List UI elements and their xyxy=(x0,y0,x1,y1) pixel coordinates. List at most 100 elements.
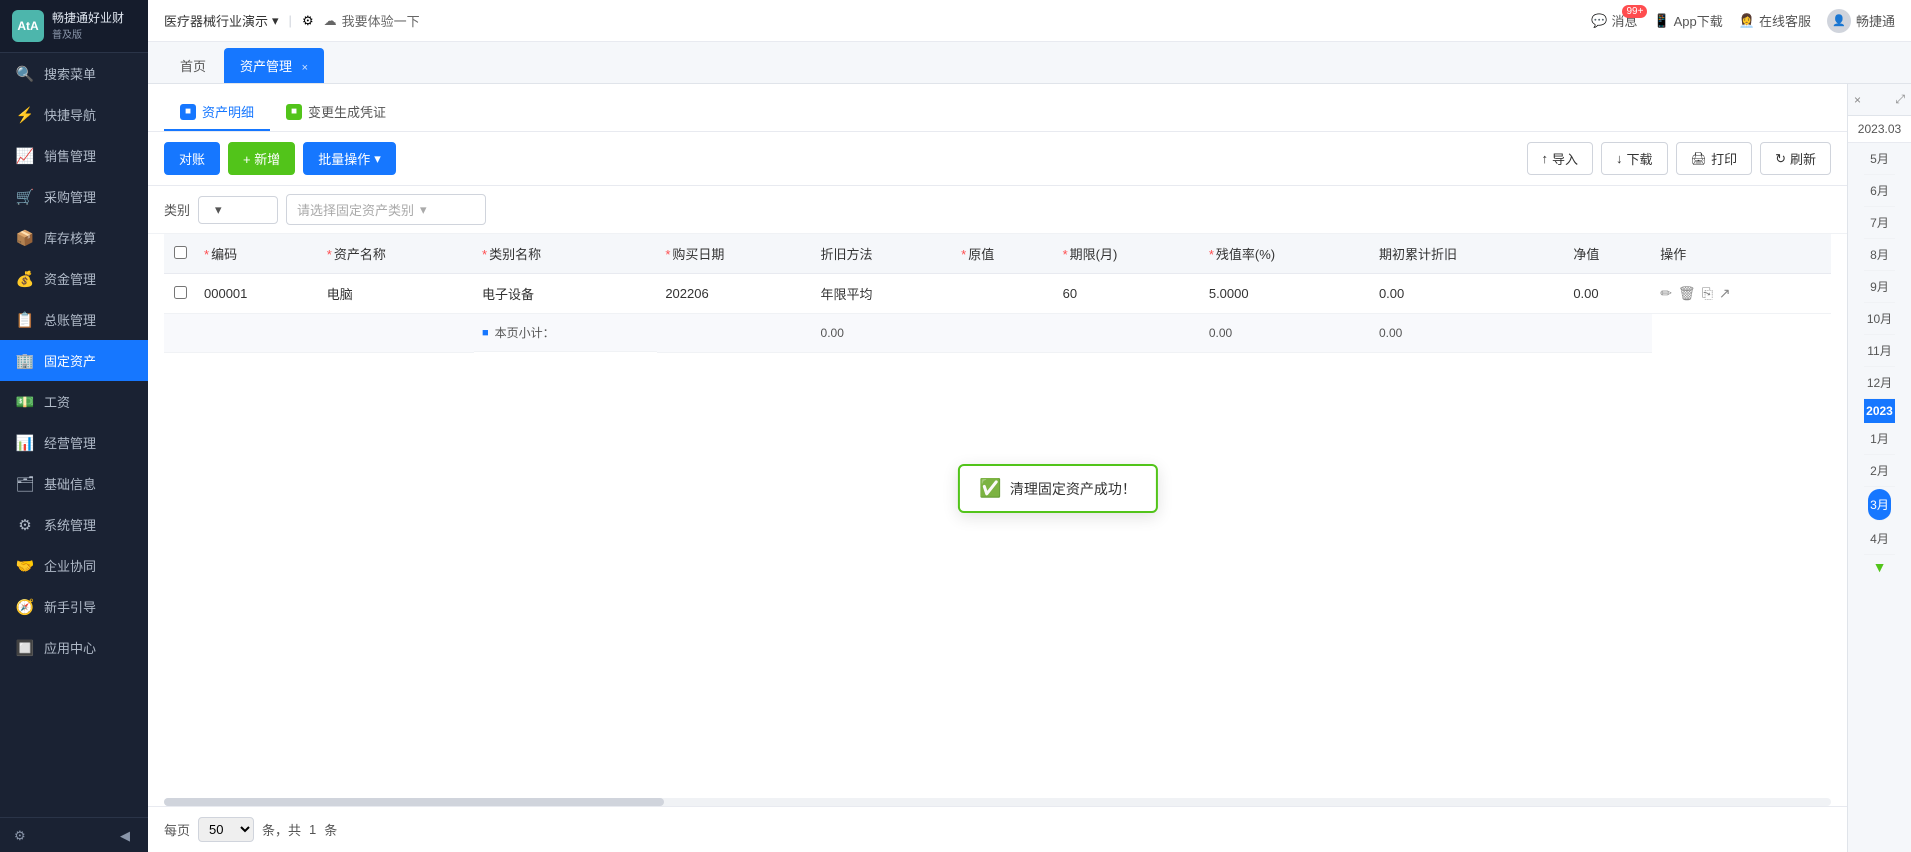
sidebar-icon-system: ⚙ xyxy=(16,516,34,534)
select-all-checkbox[interactable] xyxy=(174,246,187,259)
sidebar-item-system[interactable]: ⚙ 系统管理 xyxy=(0,504,148,545)
settings-icon[interactable]: ⚙ xyxy=(14,828,28,842)
messages-button[interactable]: 💬 消息 99+ xyxy=(1591,11,1637,30)
month-item-11[interactable]: 3月 xyxy=(1868,489,1891,521)
category-type-chevron: ▾ xyxy=(215,202,222,218)
sidebar-item-inventory[interactable]: 📦 库存核算 xyxy=(0,217,148,258)
month-item-10[interactable]: 2月 xyxy=(1864,455,1895,487)
batch-chevron: ▾ xyxy=(374,151,381,167)
sidebar-item-ops[interactable]: 📊 经营管理 xyxy=(0,422,148,463)
reconcile-button[interactable]: 对账 xyxy=(164,142,220,175)
sidebar-item-payroll[interactable]: 💵 工资 xyxy=(0,381,148,422)
sidebar-item-search[interactable]: 🔍 搜索菜单 xyxy=(0,53,148,94)
scrollbar-thumb[interactable] xyxy=(164,798,664,806)
app-version: 普及版 xyxy=(52,26,124,41)
sidebar-icon-sales: 📈 xyxy=(16,147,34,165)
right-panel-header: × ⤢ xyxy=(1848,84,1911,116)
change-voucher-icon: ■ xyxy=(286,104,302,120)
app-download-label: App下载 xyxy=(1674,11,1723,30)
table-row: 000001 电脑 电子设备 202206 年限平均 60 5.0000 0.0… xyxy=(164,274,1831,314)
month-item-0[interactable]: 5月 xyxy=(1864,143,1895,175)
sidebar-icon-purchase: 🛒 xyxy=(16,188,34,206)
batch-button[interactable]: 批量操作 ▾ xyxy=(303,142,396,175)
category-select[interactable]: 请选择固定资产类别 ▾ xyxy=(286,194,486,225)
company-selector[interactable]: 医疗器械行业演示 ▾ xyxy=(164,11,279,30)
col-category: *类别名称 xyxy=(474,234,657,274)
company-name: 医疗器械行业演示 xyxy=(164,11,268,30)
sidebar-icon-ops: 📊 xyxy=(16,434,34,452)
delete-icon-0[interactable]: 🗑 xyxy=(1678,285,1696,302)
month-item-2[interactable]: 7月 xyxy=(1864,207,1895,239)
sidebar-item-quick-nav[interactable]: ⚡ 快捷导航 xyxy=(0,94,148,135)
messages-badge: 99+ xyxy=(1622,5,1647,18)
copy-icon-0[interactable]: ⎘ xyxy=(1702,285,1713,302)
subtotal-label: 本页小计： xyxy=(495,324,555,341)
company-chevron: ▾ xyxy=(272,13,279,29)
user-menu[interactable]: 👤 畅捷通 xyxy=(1827,9,1895,33)
new-label: + 新增 xyxy=(243,149,280,168)
horizontal-scrollbar[interactable] xyxy=(164,798,1831,806)
sidebar-icon-base-info: 🗂 xyxy=(16,475,34,493)
cell-name-0: 电脑 xyxy=(319,274,474,314)
month-item-7[interactable]: 12月 xyxy=(1864,367,1895,399)
settings-gear-icon[interactable]: ⚙ xyxy=(302,13,314,29)
row-checkbox-0[interactable] xyxy=(174,286,187,299)
month-item-4[interactable]: 9月 xyxy=(1864,271,1895,303)
category-placeholder: 请选择固定资产类别 xyxy=(297,200,414,219)
sidebar-label-search: 搜索菜单 xyxy=(44,64,96,83)
col-period: *期限(月) xyxy=(1055,234,1201,274)
scroll-down-icon[interactable]: ▼ xyxy=(1869,555,1891,579)
print-button[interactable]: 🖨 打印 xyxy=(1676,142,1753,175)
change-voucher-label: 变更生成凭证 xyxy=(308,102,386,121)
expand-panel-icon[interactable]: ⤢ xyxy=(1895,92,1905,107)
per-page-label: 每页 xyxy=(164,820,190,839)
cell-period-0: 60 xyxy=(1055,274,1201,314)
tab-asset-management[interactable]: 资产管理 × xyxy=(224,48,324,83)
sidebar-label-ledger: 总账管理 xyxy=(44,310,96,329)
sidebar-item-finance[interactable]: 💰 资金管理 xyxy=(0,258,148,299)
new-button[interactable]: + 新增 xyxy=(228,142,295,175)
online-service-button[interactable]: 👩‍💼 在线客服 xyxy=(1739,11,1811,30)
close-panel-icon[interactable]: × xyxy=(1854,93,1861,107)
cell-purchase-date-0: 202206 xyxy=(657,274,812,314)
sidebar-item-fixed-assets[interactable]: 🏢 固定资产 xyxy=(0,340,148,381)
sidebar-bottom: ⚙ ◀ xyxy=(0,817,148,852)
sidebar-scroll: 🔍 搜索菜单⚡ 快捷导航📈 销售管理🛒 采购管理📦 库存核算💰 资金管理📋 总账… xyxy=(0,53,148,817)
tab-asset-detail[interactable]: ■ 资产明细 xyxy=(164,94,270,131)
sidebar: AtA 畅捷通好业财 普及版 🔍 搜索菜单⚡ 快捷导航📈 销售管理🛒 采购管理📦… xyxy=(0,0,148,852)
sidebar-item-app-center[interactable]: 🔲 应用中心 xyxy=(0,627,148,668)
tab-change-voucher[interactable]: ■ 变更生成凭证 xyxy=(270,94,402,131)
month-item-5[interactable]: 10月 xyxy=(1864,303,1895,335)
collapse-icon[interactable]: ◀ xyxy=(120,828,134,842)
download-button[interactable]: ↓ 下载 xyxy=(1601,142,1668,175)
month-item-1[interactable]: 6月 xyxy=(1864,175,1895,207)
month-item-3[interactable]: 8月 xyxy=(1864,239,1895,271)
sidebar-item-sales[interactable]: 📈 销售管理 xyxy=(0,135,148,176)
sidebar-label-guide: 新手引导 xyxy=(44,597,96,616)
sidebar-label-sales: 销售管理 xyxy=(44,146,96,165)
sidebar-item-base-info[interactable]: 🗂 基础信息 xyxy=(0,463,148,504)
reconcile-label: 对账 xyxy=(179,149,205,168)
tab-home[interactable]: 首页 xyxy=(164,48,222,83)
month-item-12[interactable]: 4月 xyxy=(1864,523,1895,555)
sidebar-label-ops: 经营管理 xyxy=(44,433,96,452)
month-item-6[interactable]: 11月 xyxy=(1864,335,1895,367)
batch-label: 批量操作 xyxy=(318,149,370,168)
sidebar-label-system: 系统管理 xyxy=(44,515,96,534)
app-download-button[interactable]: 📱 App下载 xyxy=(1653,11,1722,30)
per-page-select[interactable]: 50 100 xyxy=(198,817,254,842)
more-icon-0[interactable]: ↗ xyxy=(1719,285,1731,302)
sidebar-item-ledger[interactable]: 📋 总账管理 xyxy=(0,299,148,340)
refresh-button[interactable]: ↻ 刷新 xyxy=(1760,142,1831,175)
sidebar-item-purchase[interactable]: 🛒 采购管理 xyxy=(0,176,148,217)
message-icon: 💬 xyxy=(1591,13,1607,29)
sidebar-item-guide[interactable]: 🧭 新手引导 xyxy=(0,586,148,627)
category-type-select[interactable]: ▾ xyxy=(198,196,278,224)
edit-icon-0[interactable]: ✏ xyxy=(1660,285,1672,302)
month-item-9[interactable]: 1月 xyxy=(1864,423,1895,455)
experience-button[interactable]: ☁ 我要体验一下 xyxy=(324,11,420,30)
sidebar-item-cooperation[interactable]: 🤝 企业协同 xyxy=(0,545,148,586)
tab-close-icon[interactable]: × xyxy=(302,62,308,74)
export-button[interactable]: ↑ 导入 xyxy=(1527,142,1594,175)
asset-tab-label: 资产管理 xyxy=(240,59,292,74)
